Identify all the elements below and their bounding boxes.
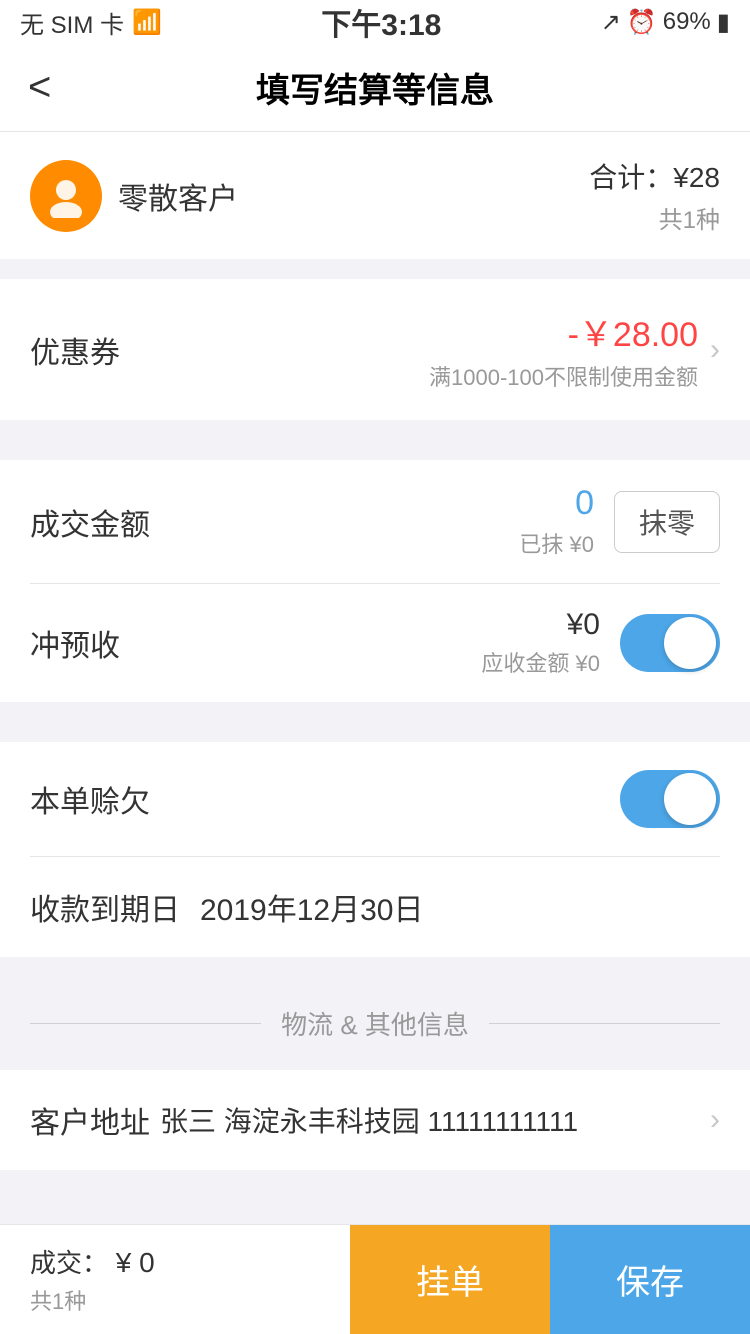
sim-status: 无 SIM 卡 [20, 5, 124, 40]
back-button[interactable]: < [28, 65, 51, 110]
section-separator-2 [0, 722, 750, 742]
debt-row: 本单赊欠 [0, 742, 750, 856]
chevron-right-icon: › [710, 333, 720, 367]
logistics-line-right [489, 1023, 720, 1024]
due-date-row: 收款到期日 2019年12月30日 [0, 857, 750, 957]
deal-amount-label: 成交金额 [30, 500, 150, 544]
precollect-right: ¥0 应收金额 ¥0 [481, 608, 720, 678]
address-row[interactable]: 客户地址 张三 海淀永丰科技园 11111111111 › [0, 1070, 750, 1170]
battery-level: 69% [663, 8, 711, 36]
address-chevron-icon: › [710, 1103, 720, 1137]
coupon-section: 优惠券 -￥28.00 满1000-100不限制使用金额 › [0, 279, 750, 420]
battery-icon: ▮ [717, 8, 730, 37]
bottom-bar: 成交： ¥ 0 共1种 挂单 保存 [0, 1224, 750, 1334]
bottom-info: 成交： ¥ 0 共1种 [0, 1243, 350, 1316]
deal-amount-value: 0 [519, 484, 594, 523]
coupon-desc: 满1000-100不限制使用金额 [429, 360, 698, 392]
save-button[interactable]: 保存 [550, 1225, 750, 1334]
content: 零散客户 合计：¥28 共1种 优惠券 -￥28.00 满1000-100不限制… [0, 132, 750, 1310]
debt-label: 本单赊欠 [30, 777, 150, 821]
precollect-label: 冲预收 [30, 621, 120, 665]
customer-row: 零散客户 合计：¥28 共1种 [0, 132, 750, 259]
round-zero-button[interactable]: 抹零 [614, 491, 720, 553]
customer-name: 零散客户 [118, 174, 238, 218]
precollect-toggle[interactable] [620, 614, 720, 672]
customer-total: 合计：¥28 [589, 156, 720, 196]
coupon-value: -￥28.00 满1000-100不限制使用金额 [429, 307, 698, 392]
address-value: 张三 海淀永丰科技园 11111111111 [150, 1100, 710, 1140]
precollect-row: 冲预收 ¥0 应收金额 ¥0 [0, 584, 750, 702]
debt-section: 本单赊欠 收款到期日 2019年12月30日 [0, 742, 750, 957]
status-bar: 无 SIM 卡 📶 下午3:18 ↗ ⏰ 69% ▮ [0, 0, 750, 44]
customer-count: 共1种 [589, 200, 720, 235]
logistics-header: 物流 & 其他信息 [0, 977, 750, 1070]
debt-toggle-knob [664, 773, 716, 825]
customer-right: 合计：¥28 共1种 [589, 156, 720, 235]
coupon-amount: -￥28.00 [429, 307, 698, 356]
coupon-right: -￥28.00 满1000-100不限制使用金额 › [429, 307, 720, 392]
hang-order-button[interactable]: 挂单 [350, 1225, 550, 1334]
debt-toggle[interactable] [620, 770, 720, 828]
customer-section: 零散客户 合计：¥28 共1种 [0, 132, 750, 259]
coupon-label: 优惠券 [30, 328, 120, 372]
precollect-amount: ¥0 [481, 608, 600, 642]
deal-section: 成交金额 0 已抹 ¥0 抹零 冲预收 ¥0 应收金额 ¥0 [0, 460, 750, 702]
status-time: 下午3:18 [321, 0, 441, 44]
section-separator-1 [0, 440, 750, 460]
deal-right: 0 已抹 ¥0 抹零 [519, 484, 720, 559]
location-icon: ↗ [601, 8, 621, 37]
status-right: ↗ ⏰ 69% ▮ [601, 8, 730, 37]
precollect-value-area: ¥0 应收金额 ¥0 [481, 608, 600, 678]
nav-bar: < 填写结算等信息 [0, 44, 750, 132]
bottom-count: 共1种 [30, 1284, 320, 1316]
precollect-receivable: 应收金额 ¥0 [481, 646, 600, 678]
alarm-icon: ⏰ [627, 8, 657, 37]
deal-deducted: 已抹 ¥0 [519, 527, 594, 559]
customer-left: 零散客户 [30, 160, 238, 232]
wifi-icon: 📶 [132, 8, 162, 37]
page-title: 填写结算等信息 [256, 63, 494, 112]
status-left: 无 SIM 卡 📶 [20, 5, 162, 40]
bottom-deal-label: 成交： [30, 1248, 108, 1278]
user-icon [44, 174, 88, 218]
logistics-label: 物流 & 其他信息 [281, 1005, 469, 1042]
avatar [30, 160, 102, 232]
address-section: 客户地址 张三 海淀永丰科技园 11111111111 › [0, 1070, 750, 1170]
bottom-deal-amount: ¥ 0 [116, 1247, 155, 1278]
due-date-label: 收款到期日 [30, 885, 180, 929]
deal-value-area: 0 已抹 ¥0 [519, 484, 594, 559]
coupon-row[interactable]: 优惠券 -￥28.00 满1000-100不限制使用金额 › [0, 279, 750, 420]
deal-amount-row: 成交金额 0 已抹 ¥0 抹零 [0, 460, 750, 583]
logistics-line-left [30, 1023, 261, 1024]
due-date-value: 2019年12月30日 [200, 885, 423, 929]
bottom-deal-row: 成交： ¥ 0 [30, 1243, 320, 1280]
toggle-knob [664, 617, 716, 669]
address-label: 客户地址 [30, 1098, 150, 1142]
